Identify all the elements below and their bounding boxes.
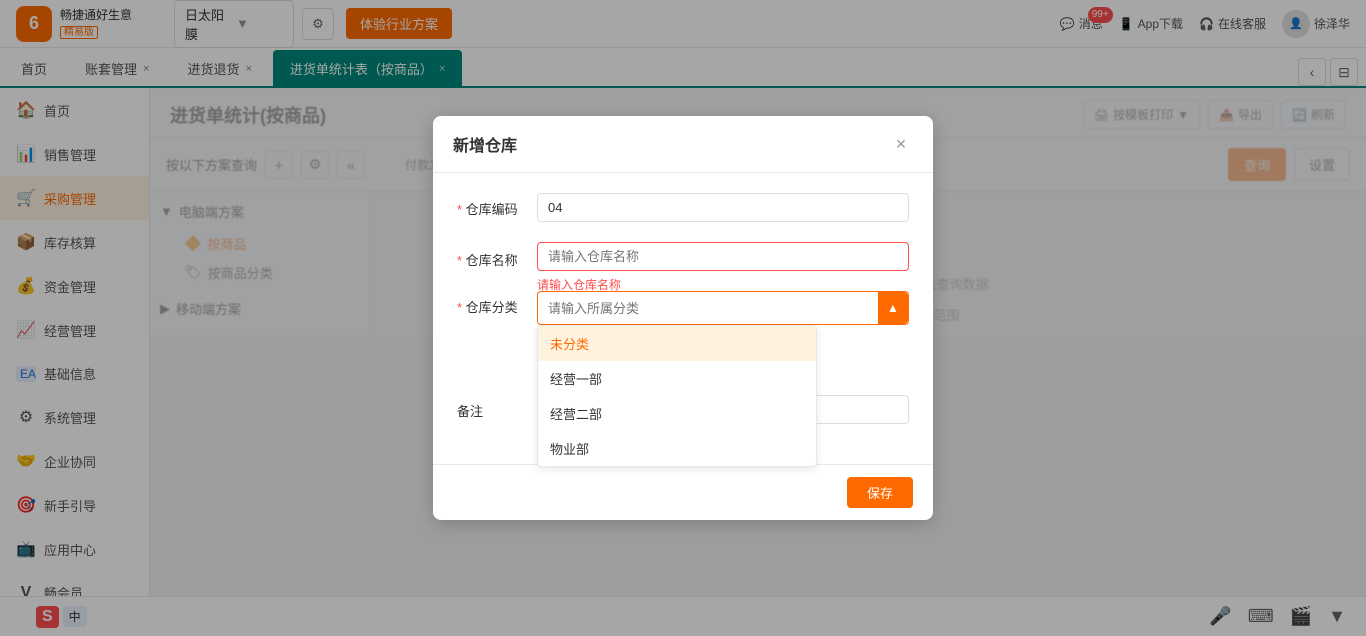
code-label: 仓库编码 bbox=[457, 193, 537, 218]
category-toggle-button[interactable]: ▲ bbox=[878, 292, 908, 324]
name-input[interactable] bbox=[537, 242, 909, 271]
name-label: 仓库名称 bbox=[457, 244, 537, 269]
save-button[interactable]: 保存 bbox=[847, 477, 913, 508]
content-area: 进货单统计(按商品) 🖨 按模板打印 ▼ 📤 导出 🔄 刷新 bbox=[150, 88, 1366, 636]
modal-body: 仓库编码 仓库名称 请输入仓库名称 仓库分类 bbox=[433, 173, 933, 464]
modal-title: 新增仓库 bbox=[453, 132, 517, 156]
category-input-wrapper: ▲ bbox=[537, 291, 909, 325]
dropdown-item-dept1[interactable]: 经营一部 bbox=[538, 361, 816, 396]
category-input[interactable] bbox=[538, 295, 878, 322]
dropdown-item-dept2[interactable]: 经营二部 bbox=[538, 396, 816, 431]
dropdown-item-property[interactable]: 物业部 bbox=[538, 431, 816, 466]
category-field: ▲ 未分类 经营一部 经营二部 物业部 bbox=[537, 291, 909, 325]
category-field-row: 仓库分类 ▲ 未分类 经营一部 经营二部 物业部 bbox=[457, 291, 909, 325]
modal-header: 新增仓库 × bbox=[433, 116, 933, 173]
name-field-row: 仓库名称 请输入仓库名称 bbox=[457, 242, 909, 271]
modal-overlay[interactable]: 新增仓库 × 仓库编码 仓库名称 请输入仓库名 bbox=[150, 88, 1366, 636]
modal-close-button[interactable]: × bbox=[889, 132, 913, 156]
category-label: 仓库分类 bbox=[457, 291, 537, 316]
code-input[interactable] bbox=[537, 193, 909, 222]
note-label: 备注 bbox=[457, 395, 537, 420]
category-dropdown: 未分类 经营一部 经营二部 物业部 bbox=[537, 325, 817, 467]
dropdown-item-unclassified[interactable]: 未分类 bbox=[538, 326, 816, 361]
main-layout: 🏠 首页 📊 销售管理 🛒 采购管理 📦 库存核算 💰 资金管理 📈 经营管理 … bbox=[0, 88, 1366, 636]
code-field-row: 仓库编码 bbox=[457, 193, 909, 222]
new-warehouse-modal: 新增仓库 × 仓库编码 仓库名称 请输入仓库名 bbox=[433, 116, 933, 520]
modal-footer: 保存 bbox=[433, 464, 933, 520]
